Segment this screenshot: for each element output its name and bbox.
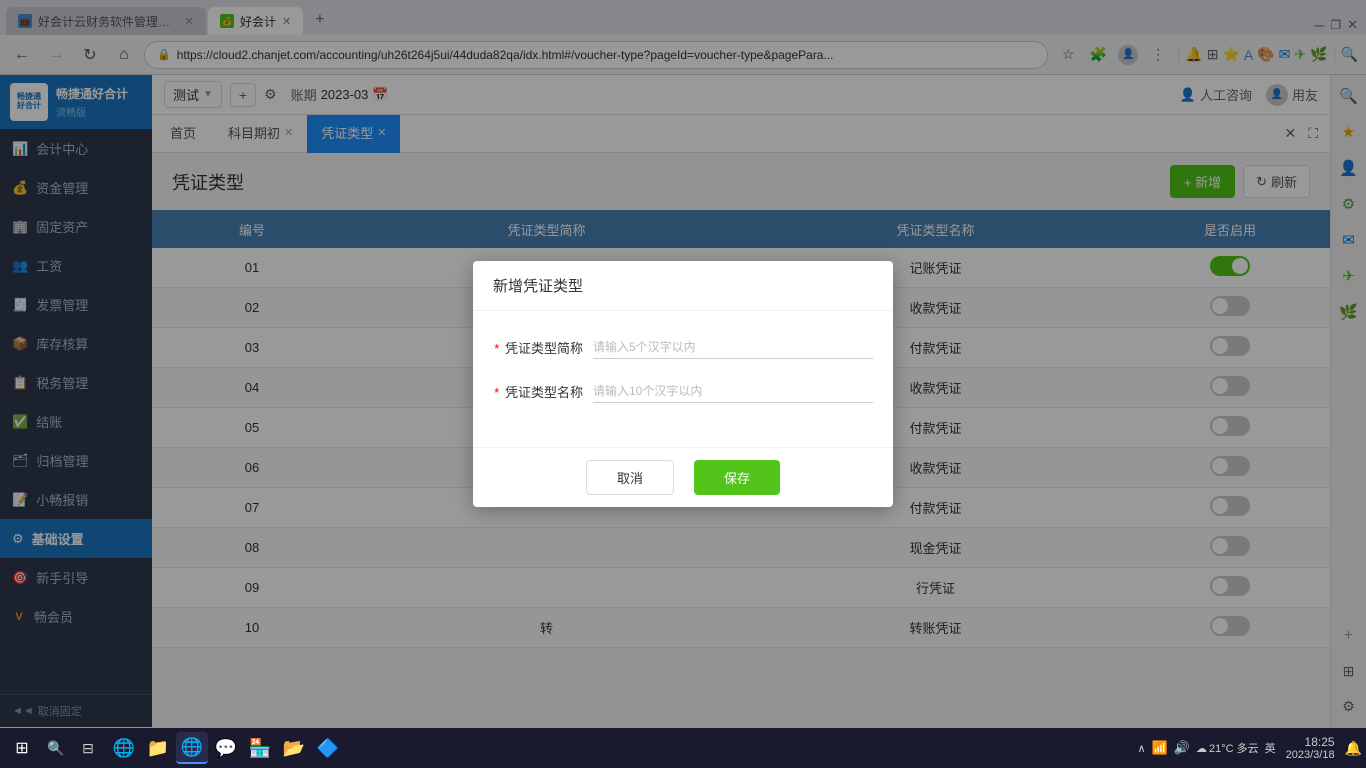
required-mark: * [494,341,499,356]
save-label: 保存 [724,471,750,486]
modal-header: 新增凭证类型 [473,261,893,311]
task-view-button[interactable]: ⊟ [74,734,102,762]
notifications-button[interactable]: 🔔 [1345,740,1362,757]
tray-volume-icon[interactable]: 🔊 [1174,740,1190,756]
taskbar-tray: ∧ 📶 🔊 ☁ 21°C 多云 英 18:25 2023/3/18 🔔 [1138,735,1362,761]
tray-up-arrow[interactable]: ∧ [1138,742,1146,755]
taskbar-date: 2023/3/18 [1286,749,1335,761]
search-taskbar-button[interactable]: 🔍 [42,734,70,762]
taskbar-time: 18:25 [1286,735,1335,749]
modal-overlay: 新增凭证类型 * 凭证类型简称 * 凭证类型名称 取消 [0,0,1366,768]
cancel-button[interactable]: 取消 [586,460,674,495]
weather-text: 21°C 多云 [1209,740,1259,756]
tray-lang[interactable]: 英 [1265,740,1276,756]
taskbar-app-chrome[interactable]: 🌐 [176,732,208,764]
modal-dialog: 新增凭证类型 * 凭证类型简称 * 凭证类型名称 取消 [473,261,893,507]
form-row-short-name: * 凭证类型简称 [493,335,873,359]
short-name-label: * 凭证类型简称 [493,338,583,357]
tray-network-icon[interactable]: 📶 [1152,740,1168,756]
taskbar-app-edge[interactable]: 🌐 [108,732,140,764]
required-mark-2: * [494,385,499,400]
tray-weather: ☁ 21°C 多云 [1196,740,1259,756]
full-name-label: * 凭证类型名称 [493,382,583,401]
full-name-input[interactable] [593,379,873,403]
taskbar-app-wechat[interactable]: 💬 [210,732,242,764]
taskbar-app-explorer[interactable]: 📁 [142,732,174,764]
taskbar: ⊞ 🔍 ⊟ 🌐 📁 🌐 💬 🏪 📂 🔷 ∧ 📶 🔊 ☁ 21°C 多云 英 18… [0,728,1366,768]
modal-footer: 取消 保存 [473,447,893,507]
taskbar-app-folder[interactable]: 📂 [278,732,310,764]
form-row-full-name: * 凭证类型名称 [493,379,873,403]
save-button[interactable]: 保存 [694,460,780,495]
taskbar-app-store[interactable]: 🏪 [244,732,276,764]
short-name-input[interactable] [593,335,873,359]
cancel-label: 取消 [617,471,643,486]
start-button[interactable]: ⊞ [4,730,40,766]
taskbar-app-browser2[interactable]: 🔷 [312,732,344,764]
taskbar-clock[interactable]: 18:25 2023/3/18 [1282,735,1339,761]
weather-icon: ☁ [1196,742,1207,755]
modal-title: 新增凭证类型 [493,278,583,295]
taskbar-apps: 🌐 📁 🌐 💬 🏪 📂 🔷 [108,732,344,764]
modal-body: * 凭证类型简称 * 凭证类型名称 [473,311,893,447]
